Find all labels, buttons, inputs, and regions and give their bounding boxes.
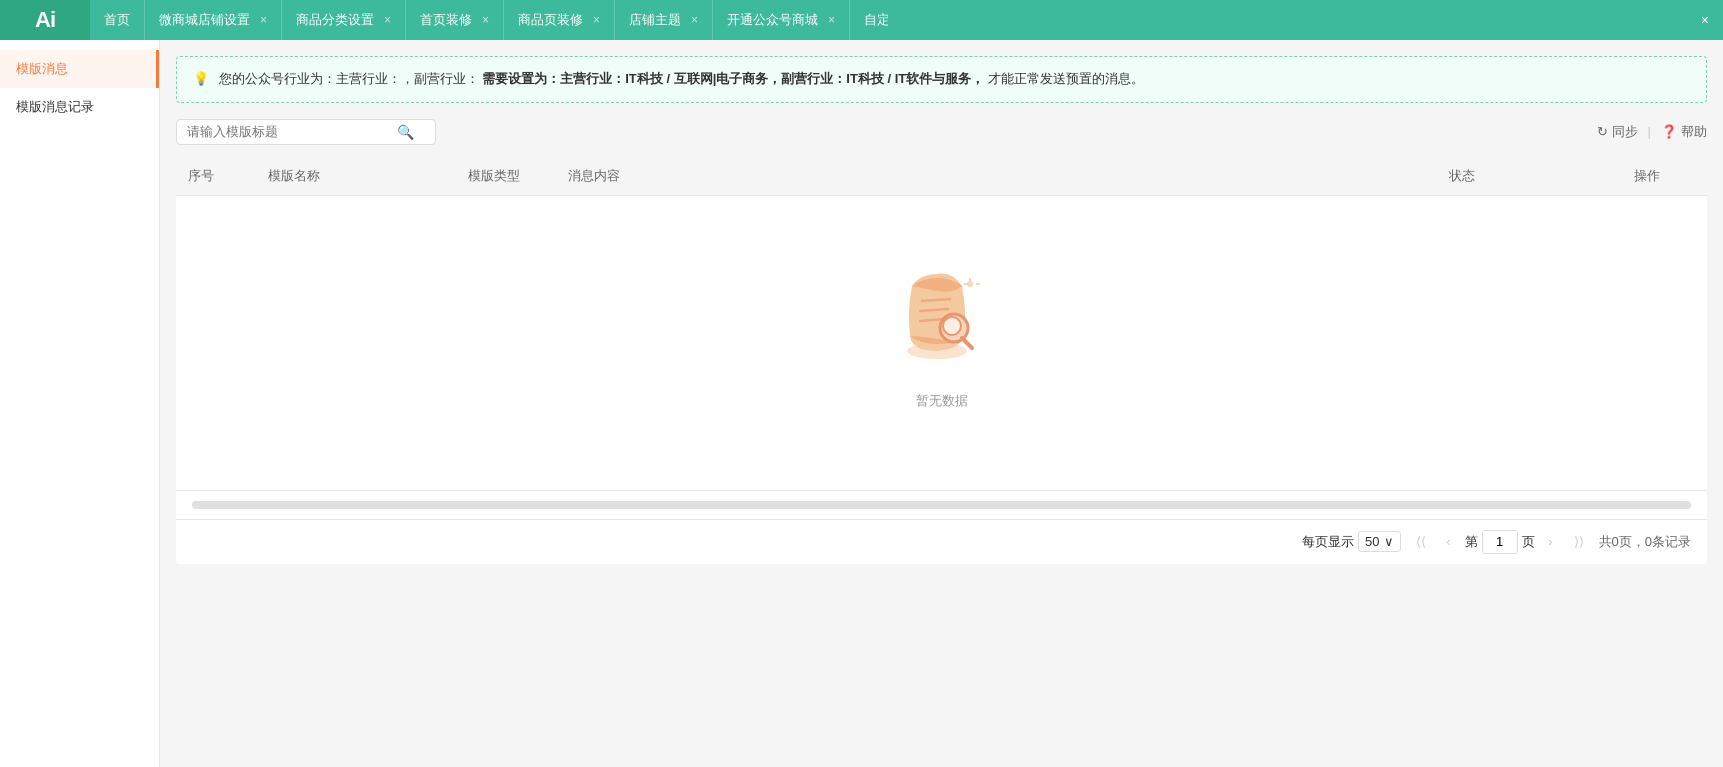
dropdown-arrow: ∨ [1384, 534, 1394, 549]
empty-illustration [882, 256, 1002, 376]
top-nav: Ai 首页微商城店铺设置×商品分类设置×首页装修×商品页装修×店铺主题×开通公众… [0, 0, 1723, 40]
nav-tab-3[interactable]: 首页装修 × [406, 0, 504, 40]
nav-tab-label-4: 商品页装修 [518, 11, 583, 29]
bulb-icon: 💡 [193, 71, 209, 86]
search-input[interactable] [187, 124, 397, 139]
sync-button[interactable]: ↻ 同步 [1597, 123, 1638, 141]
logo: Ai [0, 0, 90, 40]
nav-tab-7[interactable]: 自定义菜单× [850, 0, 888, 40]
page-unit: 页 [1522, 533, 1535, 551]
svg-line-6 [962, 338, 972, 348]
page-size-select: 每页显示 50 ∨ [1302, 531, 1400, 552]
nav-tab-6[interactable]: 开通公众号商城 × [713, 0, 850, 40]
nav-tab-label-7: 自定义菜单 [864, 11, 888, 29]
page-size-label: 每页显示 [1302, 533, 1354, 551]
pagination: 每页显示 50 ∨ ⟨⟨ ‹ 第 页 › ⟩⟩ [176, 519, 1707, 564]
search-actions: ↻ 同步 | ❓ 帮助 [1597, 123, 1707, 141]
nav-tab-label-1: 微商城店铺设置 [159, 11, 250, 29]
page-nav: ⟨⟨ ‹ 第 页 › ⟩⟩ [1409, 530, 1591, 554]
nav-tab-label-0: 首页 [104, 11, 130, 29]
empty-state: 暂无数据 [176, 196, 1707, 490]
nav-tab-close-3[interactable]: × [482, 13, 489, 27]
sidebar-item-0[interactable]: 模版消息 [0, 50, 159, 88]
first-page-button[interactable]: ⟨⟨ [1409, 530, 1433, 554]
fake-scrollbar[interactable] [192, 501, 1691, 509]
nav-tab-1[interactable]: 微商城店铺设置 × [145, 0, 282, 40]
scrollbar-row[interactable] [176, 490, 1707, 519]
page-label: 第 [1465, 533, 1478, 551]
col-header-seq: 序号 [176, 157, 256, 195]
help-icon: ❓ [1661, 124, 1677, 139]
content-area: 💡 您的公众号行业为：主营行业：，副营行业： 需要设置为：主营行业：IT科技 /… [160, 40, 1723, 767]
nav-tab-close-5[interactable]: × [691, 13, 698, 27]
divider: | [1648, 124, 1651, 139]
col-header-status: 状态 [1437, 157, 1587, 195]
col-header-name: 模版名称 [256, 157, 456, 195]
nav-tab-close-4[interactable]: × [593, 13, 600, 27]
nav-tab-label-3: 首页装修 [420, 11, 472, 29]
nav-tab-label-5: 店铺主题 [629, 11, 681, 29]
col-header-action: 操作 [1587, 157, 1707, 195]
sidebar-item-1[interactable]: 模版消息记录 [0, 88, 159, 126]
data-table: 序号 模版名称 模版类型 消息内容 状态 操作 [176, 157, 1707, 564]
empty-text: 暂无数据 [916, 392, 968, 410]
sidebar: 模版消息模版消息记录 [0, 40, 160, 767]
search-input-wrap[interactable]: 🔍 [176, 119, 436, 145]
notice-banner: 💡 您的公众号行业为：主营行业：，副营行业： 需要设置为：主营行业：IT科技 /… [176, 56, 1707, 103]
nav-tab-label-2: 商品分类设置 [296, 11, 374, 29]
page-size-value: 50 [1365, 534, 1379, 549]
page-size-dropdown[interactable]: 50 ∨ [1358, 531, 1400, 552]
sync-icon: ↻ [1597, 124, 1608, 139]
table-header: 序号 模版名称 模版类型 消息内容 状态 操作 [176, 157, 1707, 196]
page-number-input[interactable] [1482, 530, 1518, 554]
nav-tab-close-2[interactable]: × [384, 13, 391, 27]
nav-tab-close-6[interactable]: × [828, 13, 835, 27]
col-header-type: 模版类型 [456, 157, 556, 195]
help-button[interactable]: ❓ 帮助 [1661, 123, 1707, 141]
nav-tab-0[interactable]: 首页 [90, 0, 145, 40]
close-all-button[interactable]: × [1687, 12, 1723, 28]
nav-tab-5[interactable]: 店铺主题 × [615, 0, 713, 40]
search-bar: 🔍 ↻ 同步 | ❓ 帮助 [176, 119, 1707, 145]
col-header-content: 消息内容 [556, 157, 1437, 195]
next-page-button[interactable]: › [1539, 530, 1563, 554]
page-input[interactable] [1482, 530, 1518, 554]
search-icon[interactable]: 🔍 [397, 124, 414, 140]
last-page-button[interactable]: ⟩⟩ [1567, 530, 1591, 554]
nav-tab-2[interactable]: 商品分类设置 × [282, 0, 406, 40]
nav-tab-close-1[interactable]: × [260, 13, 267, 27]
prev-page-button[interactable]: ‹ [1437, 530, 1461, 554]
nav-tab-4[interactable]: 商品页装修 × [504, 0, 615, 40]
total-info: 共0页，0条记录 [1599, 533, 1691, 551]
svg-point-5 [943, 317, 961, 335]
nav-tab-label-6: 开通公众号商城 [727, 11, 818, 29]
main-layout: 模版消息模版消息记录 💡 您的公众号行业为：主营行业：，副营行业： 需要设置为：… [0, 40, 1723, 767]
